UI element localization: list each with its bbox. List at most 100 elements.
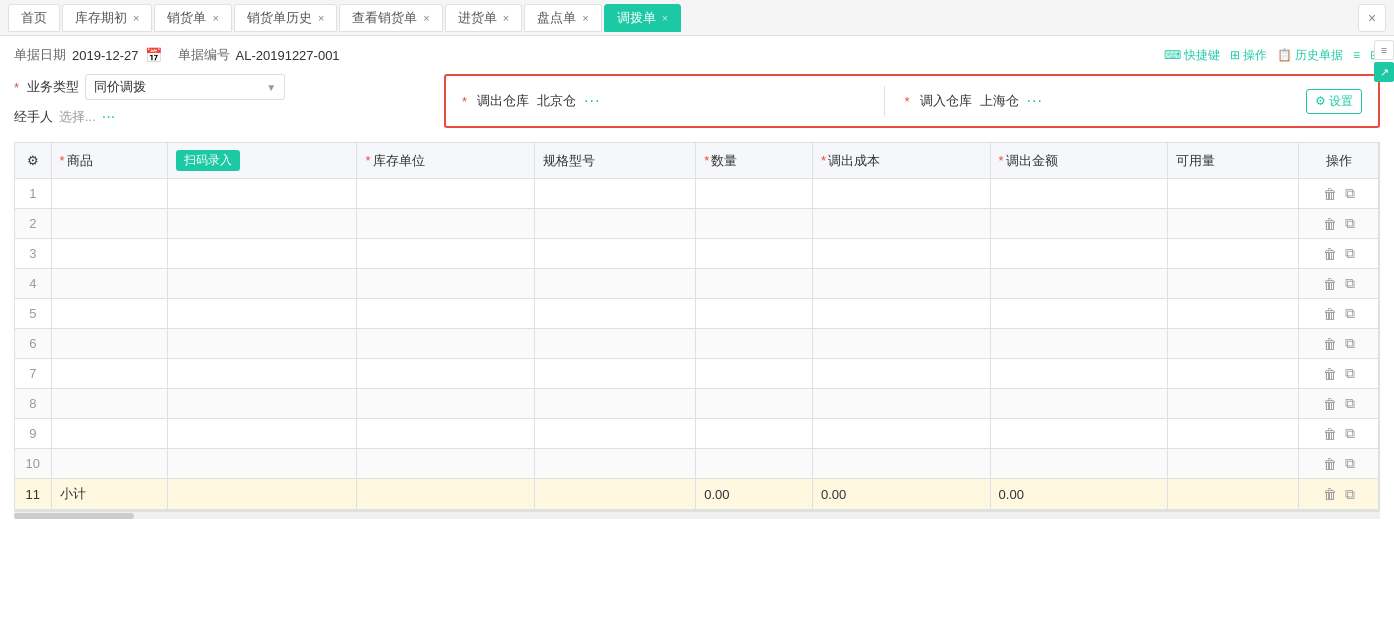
cell-cost-10[interactable] bbox=[813, 449, 991, 479]
cell-quantity-5[interactable] bbox=[696, 299, 813, 329]
tab-sales-history[interactable]: 销货单历史× bbox=[234, 4, 337, 32]
cell-cost-3[interactable] bbox=[813, 239, 991, 269]
delete-row-6[interactable]: 🗑 bbox=[1323, 336, 1337, 352]
cell-spec-3[interactable] bbox=[535, 239, 696, 269]
copy-row-2[interactable]: ⧉ bbox=[1345, 215, 1355, 232]
delete-row-5[interactable]: 🗑 bbox=[1323, 306, 1337, 322]
cell-amount-2[interactable] bbox=[990, 209, 1168, 239]
delete-row-9[interactable]: 🗑 bbox=[1323, 426, 1337, 442]
tab-close-view-sales[interactable]: × bbox=[423, 12, 429, 24]
cell-amount-6[interactable] bbox=[990, 329, 1168, 359]
cell-quantity-6[interactable] bbox=[696, 329, 813, 359]
cell-amount-9[interactable] bbox=[990, 419, 1168, 449]
copy-row-11[interactable]: ⧉ bbox=[1345, 486, 1355, 503]
person-dots[interactable]: ··· bbox=[102, 108, 115, 126]
delete-row-4[interactable]: 🗑 bbox=[1323, 276, 1337, 292]
cell-quantity-7[interactable] bbox=[696, 359, 813, 389]
cell-amount-11[interactable]: 0.00 bbox=[990, 479, 1168, 510]
tab-sales-order[interactable]: 销货单× bbox=[154, 4, 231, 32]
cell-amount-5[interactable] bbox=[990, 299, 1168, 329]
copy-row-3[interactable]: ⧉ bbox=[1345, 245, 1355, 262]
history-button[interactable]: 📋 历史单据 bbox=[1277, 47, 1343, 64]
cell-cost-8[interactable] bbox=[813, 389, 991, 419]
cell-unit-2[interactable] bbox=[357, 209, 535, 239]
cell-unit-8[interactable] bbox=[357, 389, 535, 419]
cell-spec-4[interactable] bbox=[535, 269, 696, 299]
in-warehouse-dots[interactable]: ··· bbox=[1027, 92, 1043, 110]
cell-spec-8[interactable] bbox=[535, 389, 696, 419]
table-settings-icon[interactable]: ⚙ bbox=[27, 153, 39, 168]
cell-quantity-3[interactable] bbox=[696, 239, 813, 269]
cell-product-6[interactable] bbox=[51, 329, 168, 359]
copy-row-7[interactable]: ⧉ bbox=[1345, 365, 1355, 382]
cell-spec-5[interactable] bbox=[535, 299, 696, 329]
cell-product-2[interactable] bbox=[51, 209, 168, 239]
tab-view-sales[interactable]: 查看销货单× bbox=[339, 4, 442, 32]
calendar-icon[interactable]: 📅 bbox=[145, 47, 162, 63]
out-warehouse-dots[interactable]: ··· bbox=[584, 92, 600, 110]
col-settings-header[interactable]: ⚙ bbox=[15, 143, 51, 179]
cell-cost-11[interactable]: 0.00 bbox=[813, 479, 991, 510]
cell-quantity-2[interactable] bbox=[696, 209, 813, 239]
cell-product-4[interactable] bbox=[51, 269, 168, 299]
close-all-tabs-button[interactable]: × bbox=[1358, 4, 1386, 32]
cell-unit-5[interactable] bbox=[357, 299, 535, 329]
cell-spec-6[interactable] bbox=[535, 329, 696, 359]
cell-cost-7[interactable] bbox=[813, 359, 991, 389]
copy-row-8[interactable]: ⧉ bbox=[1345, 395, 1355, 412]
cell-spec-9[interactable] bbox=[535, 419, 696, 449]
copy-row-1[interactable]: ⧉ bbox=[1345, 185, 1355, 202]
cell-unit-1[interactable] bbox=[357, 179, 535, 209]
copy-row-6[interactable]: ⧉ bbox=[1345, 335, 1355, 352]
cell-amount-4[interactable] bbox=[990, 269, 1168, 299]
cell-spec-7[interactable] bbox=[535, 359, 696, 389]
tab-close-transfer[interactable]: × bbox=[662, 12, 668, 24]
cell-spec-11[interactable] bbox=[535, 479, 696, 510]
horizontal-scrollbar[interactable] bbox=[14, 511, 1380, 519]
cell-amount-3[interactable] bbox=[990, 239, 1168, 269]
tab-close-sales-order[interactable]: × bbox=[212, 12, 218, 24]
delete-row-7[interactable]: 🗑 bbox=[1323, 366, 1337, 382]
operations-button[interactable]: ⊞ 操作 bbox=[1230, 47, 1267, 64]
cell-product-9[interactable] bbox=[51, 419, 168, 449]
cell-amount-1[interactable] bbox=[990, 179, 1168, 209]
scan-button[interactable]: 扫码录入 bbox=[176, 150, 240, 171]
copy-row-10[interactable]: ⧉ bbox=[1345, 455, 1355, 472]
tab-close-sales-history[interactable]: × bbox=[318, 12, 324, 24]
copy-row-9[interactable]: ⧉ bbox=[1345, 425, 1355, 442]
sidebar-export-icon[interactable]: ↗ bbox=[1374, 62, 1394, 82]
delete-row-1[interactable]: 🗑 bbox=[1323, 186, 1337, 202]
cell-unit-6[interactable] bbox=[357, 329, 535, 359]
shortcuts-button[interactable]: ⌨ 快捷键 bbox=[1164, 47, 1220, 64]
cell-unit-10[interactable] bbox=[357, 449, 535, 479]
cell-unit-7[interactable] bbox=[357, 359, 535, 389]
sidebar-list-icon[interactable]: ≡ bbox=[1374, 40, 1394, 60]
delete-row-3[interactable]: 🗑 bbox=[1323, 246, 1337, 262]
tab-purchase-order[interactable]: 进货单× bbox=[445, 4, 522, 32]
cell-cost-5[interactable] bbox=[813, 299, 991, 329]
cell-quantity-11[interactable]: 0.00 bbox=[696, 479, 813, 510]
tab-home[interactable]: 首页 bbox=[8, 4, 60, 32]
cell-product-5[interactable] bbox=[51, 299, 168, 329]
layout-toggle-1[interactable]: ≡ bbox=[1353, 48, 1360, 62]
cell-cost-2[interactable] bbox=[813, 209, 991, 239]
cell-quantity-4[interactable] bbox=[696, 269, 813, 299]
delete-row-8[interactable]: 🗑 bbox=[1323, 396, 1337, 412]
copy-row-5[interactable]: ⧉ bbox=[1345, 305, 1355, 322]
tab-stocktake[interactable]: 盘点单× bbox=[524, 4, 601, 32]
cell-cost-6[interactable] bbox=[813, 329, 991, 359]
cell-cost-9[interactable] bbox=[813, 419, 991, 449]
scroll-thumb[interactable] bbox=[14, 513, 134, 519]
cell-unit-3[interactable] bbox=[357, 239, 535, 269]
cell-amount-8[interactable] bbox=[990, 389, 1168, 419]
cell-product-8[interactable] bbox=[51, 389, 168, 419]
cell-product-7[interactable] bbox=[51, 359, 168, 389]
cell-quantity-8[interactable] bbox=[696, 389, 813, 419]
copy-row-4[interactable]: ⧉ bbox=[1345, 275, 1355, 292]
cell-unit-9[interactable] bbox=[357, 419, 535, 449]
cell-cost-1[interactable] bbox=[813, 179, 991, 209]
delete-row-11[interactable]: 🗑 bbox=[1323, 486, 1337, 502]
cell-unit-4[interactable] bbox=[357, 269, 535, 299]
cell-spec-10[interactable] bbox=[535, 449, 696, 479]
tab-inventory-init[interactable]: 库存期初× bbox=[62, 4, 152, 32]
